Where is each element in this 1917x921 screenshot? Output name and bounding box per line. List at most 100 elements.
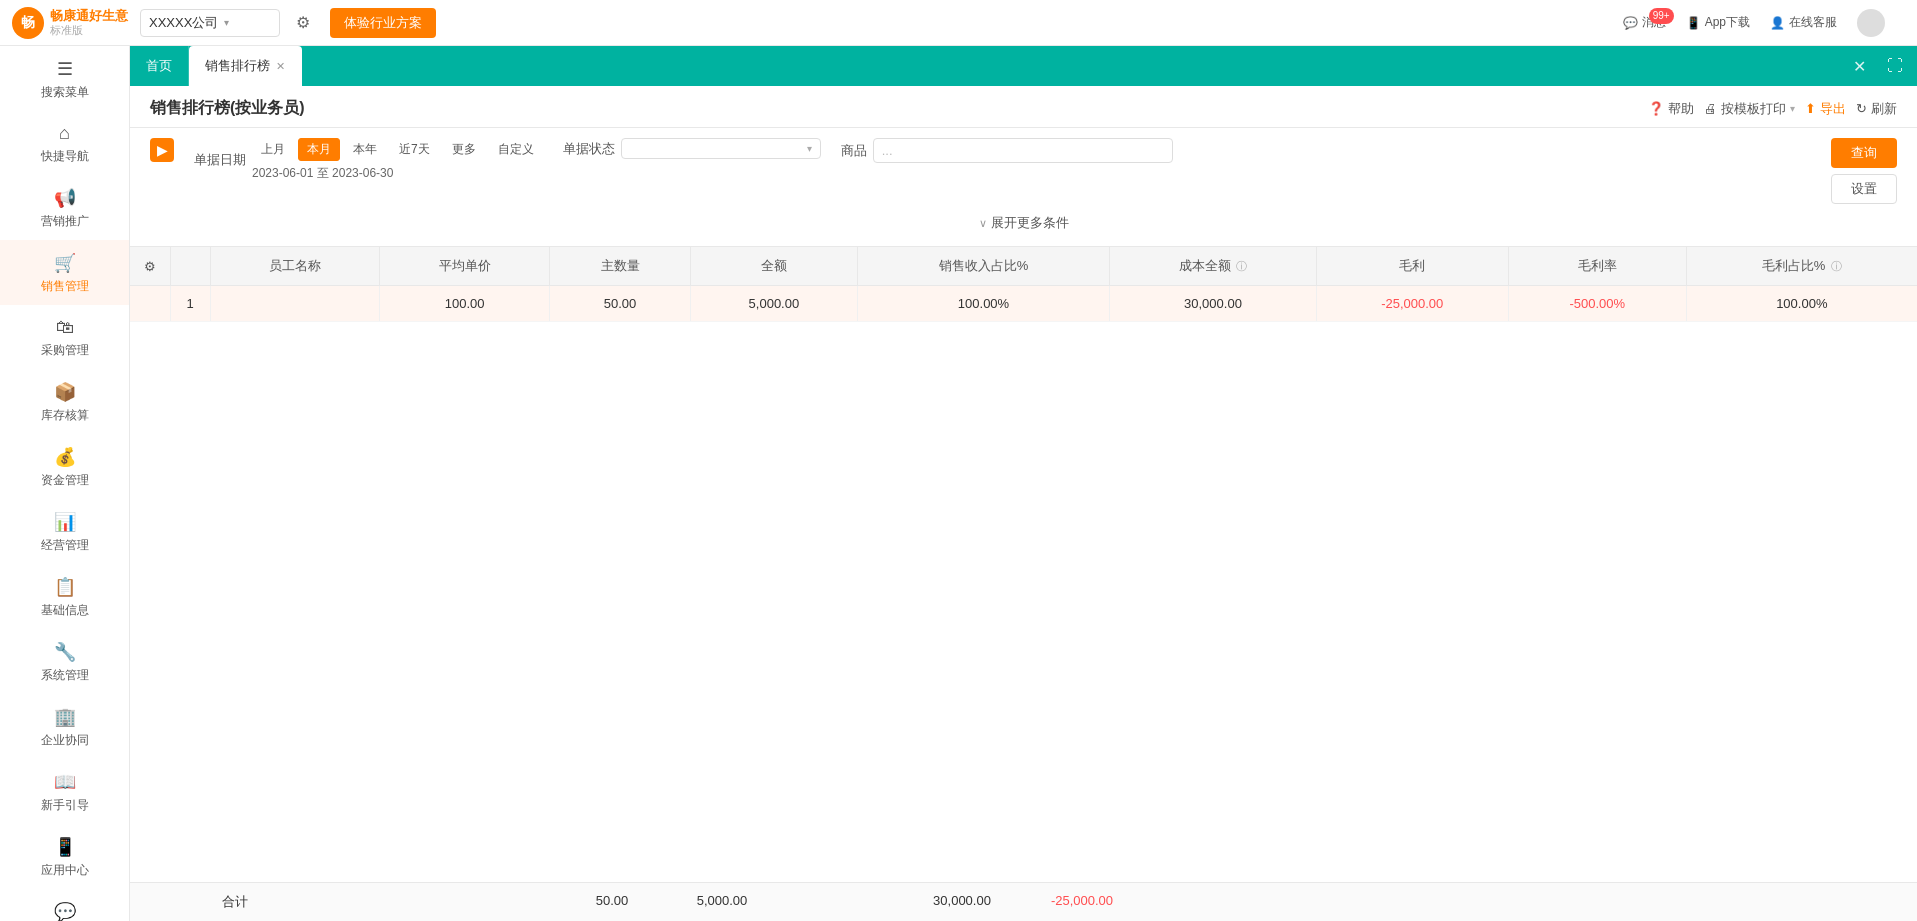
refresh-button[interactable]: ↻ 刷新 [1856, 100, 1897, 118]
cell-sales-ratio: 100.00% [857, 286, 1110, 322]
cell-avg-price: 100.00 [380, 286, 550, 322]
logo-text: 畅康通好生意 [50, 8, 128, 24]
filter-toggle-button[interactable]: ▶ [150, 138, 174, 162]
company-name: XXXXX公司 [149, 14, 218, 32]
col-gross[interactable]: 毛利 [1316, 247, 1508, 286]
message-button[interactable]: 💬 消息 99+ [1623, 14, 1666, 31]
col-settings[interactable]: ⚙ [130, 247, 170, 286]
sales-icon: 🛒 [54, 252, 76, 274]
online-service-button[interactable]: 👤 在线客服 [1770, 14, 1837, 31]
status-filter-label: 单据状态 [563, 140, 615, 158]
service-icon: 👤 [1770, 16, 1785, 30]
col-gross-rate[interactable]: 毛利率 [1508, 247, 1686, 286]
enterprise-icon: 🏢 [54, 706, 76, 728]
cell-gross-rate: -500.00% [1508, 286, 1686, 322]
guide-icon: 📖 [54, 771, 76, 793]
shortcut-custom[interactable]: 自定义 [489, 138, 543, 161]
header-settings-icon[interactable]: ⚙ [288, 8, 318, 38]
col-gross-ratio[interactable]: 毛利占比% ⓘ [1686, 247, 1917, 286]
col-avg-price[interactable]: 平均单价 [380, 247, 550, 286]
status-filter: 单据状态 ▾ [563, 138, 821, 159]
goods-input[interactable]: ... [873, 138, 1173, 163]
status-select-arrow: ▾ [807, 143, 812, 154]
col-qty[interactable]: 主数量 [549, 247, 690, 286]
gross-ratio-info-icon[interactable]: ⓘ [1831, 260, 1842, 272]
logo-sub: 标准版 [50, 24, 128, 37]
cell-qty: 50.00 [549, 286, 690, 322]
col-employee[interactable]: 员工名称 [210, 247, 380, 286]
cell-gross-ratio: 100.00% [1686, 286, 1917, 322]
basic-info-icon: 📋 [54, 576, 76, 598]
shortcut-this-month[interactable]: 本月 [298, 138, 340, 161]
page-content: 销售排行榜(按业务员) ❓ 帮助 🖨 按模板打印 ▾ ⬆ [130, 86, 1917, 921]
sidebar-item-inventory[interactable]: 📦 库存核算 [0, 369, 129, 434]
cell-cost: 30,000.00 [1110, 286, 1316, 322]
cell-rank: 1 [170, 286, 210, 322]
col-amount[interactable]: 全额 [691, 247, 858, 286]
top-header: 畅 畅康通好生意 标准版 XXXXX公司 ▾ ⚙ 体验行业方案 💬 消息 99+… [0, 0, 1917, 46]
sidebar-label-finance: 资金管理 [41, 472, 89, 489]
expand-more-button[interactable]: ∨ 展开更多条件 [971, 210, 1077, 236]
sidebar-item-system[interactable]: 🔧 系统管理 [0, 629, 129, 694]
shortcut-more[interactable]: 更多 [443, 138, 485, 161]
export-button[interactable]: ⬆ 导出 [1805, 100, 1846, 118]
column-settings-icon[interactable]: ⚙ [144, 259, 156, 274]
sidebar-item-enterprise[interactable]: 🏢 企业协同 [0, 694, 129, 759]
help-button[interactable]: ❓ 帮助 [1648, 100, 1694, 118]
col-cost[interactable]: 成本全额 ⓘ [1110, 247, 1316, 286]
tab-close-icon[interactable]: ✕ [276, 60, 285, 73]
sidebar-item-search-order[interactable]: ☰ 搜索菜单 [0, 46, 129, 111]
template-print-button[interactable]: 🖨 按模板打印 ▾ [1704, 100, 1795, 118]
company-selector[interactable]: XXXXX公司 ▾ [140, 9, 280, 37]
filter-settings-button[interactable]: 设置 [1831, 174, 1897, 204]
sidebar-item-finance[interactable]: 💰 资金管理 [0, 434, 129, 499]
sidebar-item-app-center[interactable]: 📱 应用中心 [0, 824, 129, 889]
print-icon: 🖨 [1704, 101, 1717, 116]
status-select[interactable]: ▾ [621, 138, 821, 159]
refresh-icon: ↻ [1856, 101, 1867, 116]
sidebar-item-basic-info[interactable]: 📋 基础信息 [0, 564, 129, 629]
sidebar-label-inventory: 库存核算 [41, 407, 89, 424]
footer-qty-total: 50.00 [562, 893, 662, 911]
trial-button[interactable]: 体验行业方案 [330, 8, 436, 38]
content-area: 首页 销售排行榜 ✕ ✕ ⛶ 销售排行榜(按业务员) [130, 46, 1917, 921]
shortcut-this-year[interactable]: 本年 [344, 138, 386, 161]
cell-amount: 5,000.00 [691, 286, 858, 322]
download-icon: 📱 [1686, 16, 1701, 30]
sidebar-label-basic-info: 基础信息 [41, 602, 89, 619]
footer-total-label: 合计 [222, 893, 342, 911]
app-center-icon: 📱 [54, 836, 76, 858]
sidebar-label-operations: 经营管理 [41, 537, 89, 554]
page-header: 销售排行榜(按业务员) ❓ 帮助 🖨 按模板打印 ▾ ⬆ [130, 86, 1917, 128]
col-sales-ratio[interactable]: 销售收入占比% [857, 247, 1110, 286]
cell-employee [210, 286, 380, 322]
logo-icon: 畅 [12, 7, 44, 39]
query-button[interactable]: 查询 [1831, 138, 1897, 168]
shortcut-last-month[interactable]: 上月 [252, 138, 294, 161]
sidebar-item-marketing[interactable]: 📢 营销推广 [0, 175, 129, 240]
sidebar-item-sales[interactable]: 🛒 销售管理 [0, 240, 129, 305]
sidebar-item-guide[interactable]: 📖 新手引导 [0, 759, 129, 824]
page-title: 销售排行榜(按业务员) [150, 98, 305, 119]
avatar[interactable] [1857, 9, 1885, 37]
sidebar-item-quick-nav[interactable]: ⌂ 快捷导航 [0, 111, 129, 175]
sidebar-item-operations[interactable]: 📊 经营管理 [0, 499, 129, 564]
purchase-icon: 🛍 [56, 317, 74, 338]
message-icon: 💬 [1623, 16, 1638, 30]
app-download-button[interactable]: 📱 App下载 [1686, 14, 1750, 31]
shortcut-7days[interactable]: 近7天 [390, 138, 439, 161]
date-filter: 单据日期 上月 本月 本年 近7天 更多 自定义 20 [194, 138, 543, 182]
tab-sales-rank[interactable]: 销售排行榜 ✕ [189, 46, 302, 86]
sidebar-label-sales: 销售管理 [41, 278, 89, 295]
main-layout: ☰ 搜索菜单 ⌂ 快捷导航 📢 营销推广 🛒 销售管理 🛍 采购管理 📦 库 [0, 46, 1917, 921]
tab-home[interactable]: 首页 [130, 46, 189, 86]
marketing-icon: 📢 [54, 187, 76, 209]
cell-settings [130, 286, 170, 322]
sidebar-item-wechat[interactable]: 💬 企业微信 [0, 889, 129, 921]
chevron-down-icon: ▾ [224, 17, 229, 28]
tab-fullscreen-icon[interactable]: ⛶ [1881, 52, 1909, 80]
wechat-icon: 💬 [54, 901, 76, 921]
tab-close-all-icon[interactable]: ✕ [1845, 52, 1873, 80]
cost-info-icon[interactable]: ⓘ [1236, 260, 1247, 272]
sidebar-item-purchase[interactable]: 🛍 采购管理 [0, 305, 129, 369]
